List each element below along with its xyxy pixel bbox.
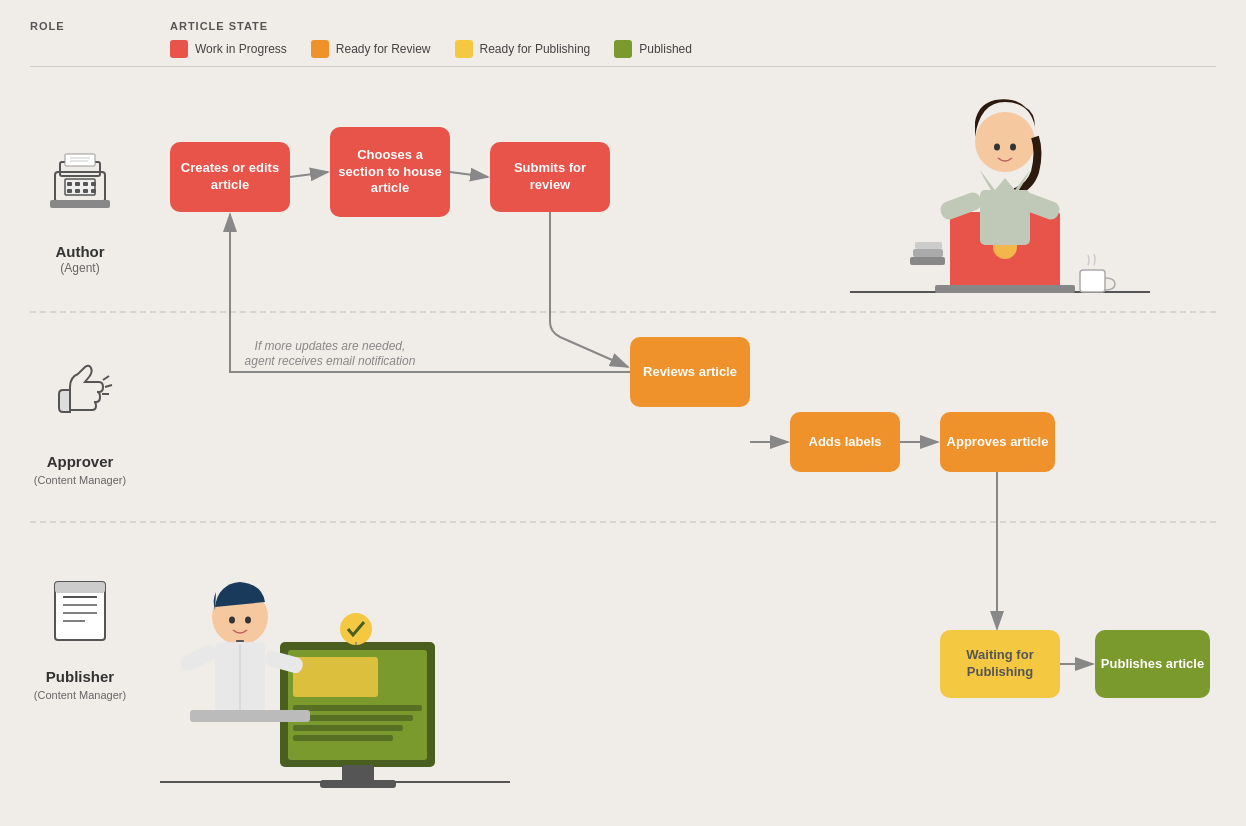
approver-sub: (Content Manager) <box>34 474 126 486</box>
svg-rect-30 <box>935 285 1075 293</box>
note-line2: agent receives email notification <box>245 354 416 368</box>
approver-icon <box>59 366 112 412</box>
author-icon <box>50 154 110 208</box>
svg-rect-51 <box>320 780 396 788</box>
svg-line-18 <box>105 385 112 387</box>
svg-point-52 <box>340 613 372 645</box>
svg-line-17 <box>103 376 109 380</box>
svg-rect-11 <box>83 189 88 193</box>
legend-box-review <box>311 40 329 58</box>
svg-rect-47 <box>293 715 413 721</box>
svg-rect-45 <box>293 657 378 697</box>
state-column-header: ARTICLE STATE Work in Progress Ready for… <box>170 20 1216 58</box>
legend-label-wip: Work in Progress <box>195 42 287 56</box>
svg-rect-14 <box>65 154 95 166</box>
svg-point-36 <box>975 112 1035 172</box>
main-diagram-svg: Author (Agent) Approver (Content Manager… <box>30 72 1216 792</box>
author-sub: (Agent) <box>60 261 99 275</box>
svg-rect-25 <box>55 582 105 593</box>
arrow-creates-chooses <box>290 172 328 177</box>
svg-rect-8 <box>91 182 96 186</box>
svg-rect-62 <box>190 710 310 722</box>
publisher-name: Publisher <box>46 668 115 685</box>
legend-box-published <box>614 40 632 58</box>
svg-rect-13 <box>50 200 110 208</box>
svg-rect-32 <box>910 257 945 265</box>
svg-point-37 <box>994 144 1000 151</box>
svg-rect-34 <box>915 242 942 249</box>
reviewer-character <box>850 99 1150 293</box>
header-divider <box>30 66 1216 67</box>
svg-rect-49 <box>293 735 393 741</box>
legend-item-review: Ready for Review <box>311 40 431 58</box>
header-row: ROLE ARTICLE STATE Work in Progress Read… <box>30 20 1216 58</box>
svg-rect-12 <box>91 189 96 193</box>
svg-point-55 <box>229 617 235 624</box>
svg-rect-60 <box>178 643 218 673</box>
svg-rect-33 <box>913 249 943 257</box>
svg-rect-10 <box>75 189 80 193</box>
legend-item-published: Published <box>614 40 692 58</box>
svg-rect-35 <box>1080 270 1105 292</box>
legend: Work in Progress Ready for Review Ready … <box>170 40 1216 58</box>
diagram-container: ROLE ARTICLE STATE Work in Progress Read… <box>0 0 1246 826</box>
svg-point-38 <box>1010 144 1016 151</box>
approver-name: Approver <box>47 453 114 470</box>
publisher-character <box>160 582 510 788</box>
role-column-header: ROLE <box>30 20 170 32</box>
svg-rect-48 <box>293 725 403 731</box>
svg-rect-7 <box>83 182 88 186</box>
svg-rect-46 <box>293 705 422 711</box>
publisher-sub: (Content Manager) <box>34 689 126 701</box>
arrow-chooses-submits <box>450 172 488 177</box>
note-line1: If more updates are needed, <box>255 339 406 353</box>
publisher-icon <box>55 582 105 640</box>
svg-rect-5 <box>67 182 72 186</box>
svg-rect-9 <box>67 189 72 193</box>
legend-label-review: Ready for Review <box>336 42 431 56</box>
author-name: Author <box>55 243 104 260</box>
svg-point-56 <box>245 617 251 624</box>
legend-label-publishing: Ready for Publishing <box>480 42 591 56</box>
svg-rect-6 <box>75 182 80 186</box>
legend-box-wip <box>170 40 188 58</box>
legend-label-published: Published <box>639 42 692 56</box>
legend-item-wip: Work in Progress <box>170 40 287 58</box>
legend-item-publishing: Ready for Publishing <box>455 40 591 58</box>
state-title: ARTICLE STATE <box>170 20 1216 32</box>
arrow-submits-reviews <box>550 212 628 367</box>
legend-box-publishing <box>455 40 473 58</box>
